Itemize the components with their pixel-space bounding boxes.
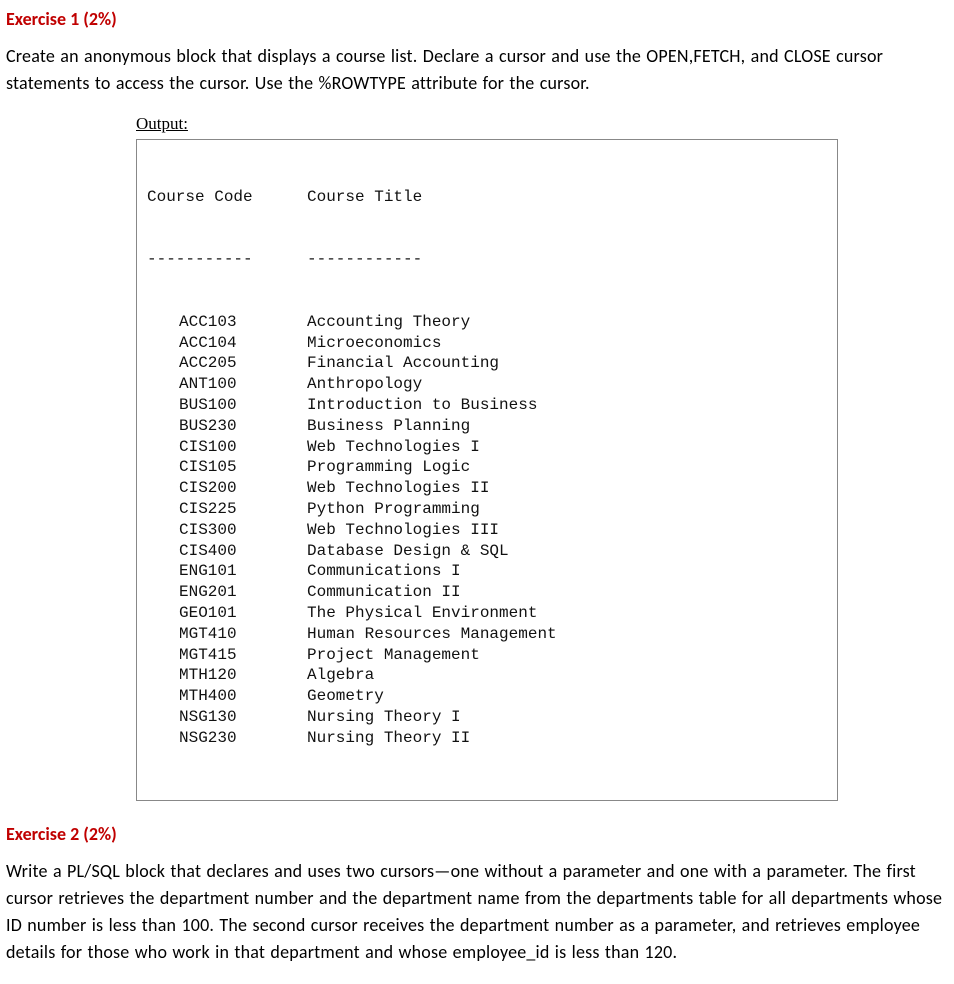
course-code: ENG101 bbox=[147, 561, 307, 582]
course-title: Project Management bbox=[307, 645, 480, 666]
output-label: Output: bbox=[136, 111, 838, 137]
course-title: Programming Logic bbox=[307, 457, 470, 478]
course-title: Financial Accounting bbox=[307, 353, 499, 374]
course-code: GEO101 bbox=[147, 603, 307, 624]
table-row: CIS100Web Technologies I bbox=[147, 437, 827, 458]
table-row: BUS100Introduction to Business bbox=[147, 395, 827, 416]
table-row: NSG130Nursing Theory I bbox=[147, 707, 827, 728]
exercise-1-heading: Exercise 1 (2%) bbox=[6, 6, 948, 33]
table-row: CIS300Web Technologies III bbox=[147, 520, 827, 541]
table-row: ENG201Communication II bbox=[147, 582, 827, 603]
course-code: ENG201 bbox=[147, 582, 307, 603]
table-row: ACC205Financial Accounting bbox=[147, 353, 827, 374]
course-title: Algebra bbox=[307, 665, 374, 686]
course-code: MTH120 bbox=[147, 665, 307, 686]
exercise-1-text: Create an anonymous block that displays … bbox=[6, 43, 948, 97]
course-code: NSG230 bbox=[147, 728, 307, 749]
course-code: NSG130 bbox=[147, 707, 307, 728]
course-code: ACC104 bbox=[147, 333, 307, 354]
table-row: ACC104Microeconomics bbox=[147, 333, 827, 354]
table-row: ANT100Anthropology bbox=[147, 374, 827, 395]
course-title: Web Technologies III bbox=[307, 520, 499, 541]
course-code: CIS100 bbox=[147, 437, 307, 458]
course-title: Communications I bbox=[307, 561, 461, 582]
course-title: Business Planning bbox=[307, 416, 470, 437]
output-block: Output: Course CodeCourse Title --------… bbox=[136, 111, 838, 801]
course-title: Human Resources Management bbox=[307, 624, 557, 645]
table-row: CIS400Database Design & SQL bbox=[147, 541, 827, 562]
course-title: Web Technologies I bbox=[307, 437, 480, 458]
course-title: Geometry bbox=[307, 686, 384, 707]
course-code: CIS105 bbox=[147, 457, 307, 478]
course-title: Nursing Theory I bbox=[307, 707, 461, 728]
course-code: CIS300 bbox=[147, 520, 307, 541]
table-row: MTH120Algebra bbox=[147, 665, 827, 686]
course-code: BUS230 bbox=[147, 416, 307, 437]
course-code: BUS100 bbox=[147, 395, 307, 416]
header-code: Course Code bbox=[147, 187, 307, 208]
output-sep-row: ----------------------- bbox=[147, 249, 827, 270]
course-title: Anthropology bbox=[307, 374, 422, 395]
table-row: NSG230Nursing Theory II bbox=[147, 728, 827, 749]
table-row: CIS225Python Programming bbox=[147, 499, 827, 520]
course-title: Python Programming bbox=[307, 499, 480, 520]
course-code: ACC103 bbox=[147, 312, 307, 333]
course-code: CIS225 bbox=[147, 499, 307, 520]
header-title: Course Title bbox=[307, 187, 422, 208]
course-title: The Physical Environment bbox=[307, 603, 537, 624]
table-row: GEO101The Physical Environment bbox=[147, 603, 827, 624]
table-row: CIS105Programming Logic bbox=[147, 457, 827, 478]
course-code: ACC205 bbox=[147, 353, 307, 374]
sep-code: ----------- bbox=[147, 249, 307, 270]
course-title: Nursing Theory II bbox=[307, 728, 470, 749]
course-code: CIS400 bbox=[147, 541, 307, 562]
exercise-2-heading: Exercise 2 (2%) bbox=[6, 821, 948, 848]
course-title: Accounting Theory bbox=[307, 312, 470, 333]
course-code: ANT100 bbox=[147, 374, 307, 395]
table-row: MTH400Geometry bbox=[147, 686, 827, 707]
course-title: Communication II bbox=[307, 582, 461, 603]
table-row: CIS200Web Technologies II bbox=[147, 478, 827, 499]
table-row: MGT415Project Management bbox=[147, 645, 827, 666]
output-box: Course CodeCourse Title ----------------… bbox=[136, 139, 838, 802]
output-header-row: Course CodeCourse Title bbox=[147, 187, 827, 208]
course-code: MTH400 bbox=[147, 686, 307, 707]
course-code: MGT410 bbox=[147, 624, 307, 645]
course-title: Introduction to Business bbox=[307, 395, 537, 416]
course-title: Web Technologies II bbox=[307, 478, 489, 499]
table-row: ACC103Accounting Theory bbox=[147, 312, 827, 333]
table-row: ENG101Communications I bbox=[147, 561, 827, 582]
course-code: CIS200 bbox=[147, 478, 307, 499]
course-title: Microeconomics bbox=[307, 333, 441, 354]
sep-title: ------------ bbox=[307, 249, 422, 270]
course-title: Database Design & SQL bbox=[307, 541, 509, 562]
course-code: MGT415 bbox=[147, 645, 307, 666]
table-row: BUS230Business Planning bbox=[147, 416, 827, 437]
exercise-2-text: Write a PL/SQL block that declares and u… bbox=[6, 858, 948, 966]
table-row: MGT410Human Resources Management bbox=[147, 624, 827, 645]
